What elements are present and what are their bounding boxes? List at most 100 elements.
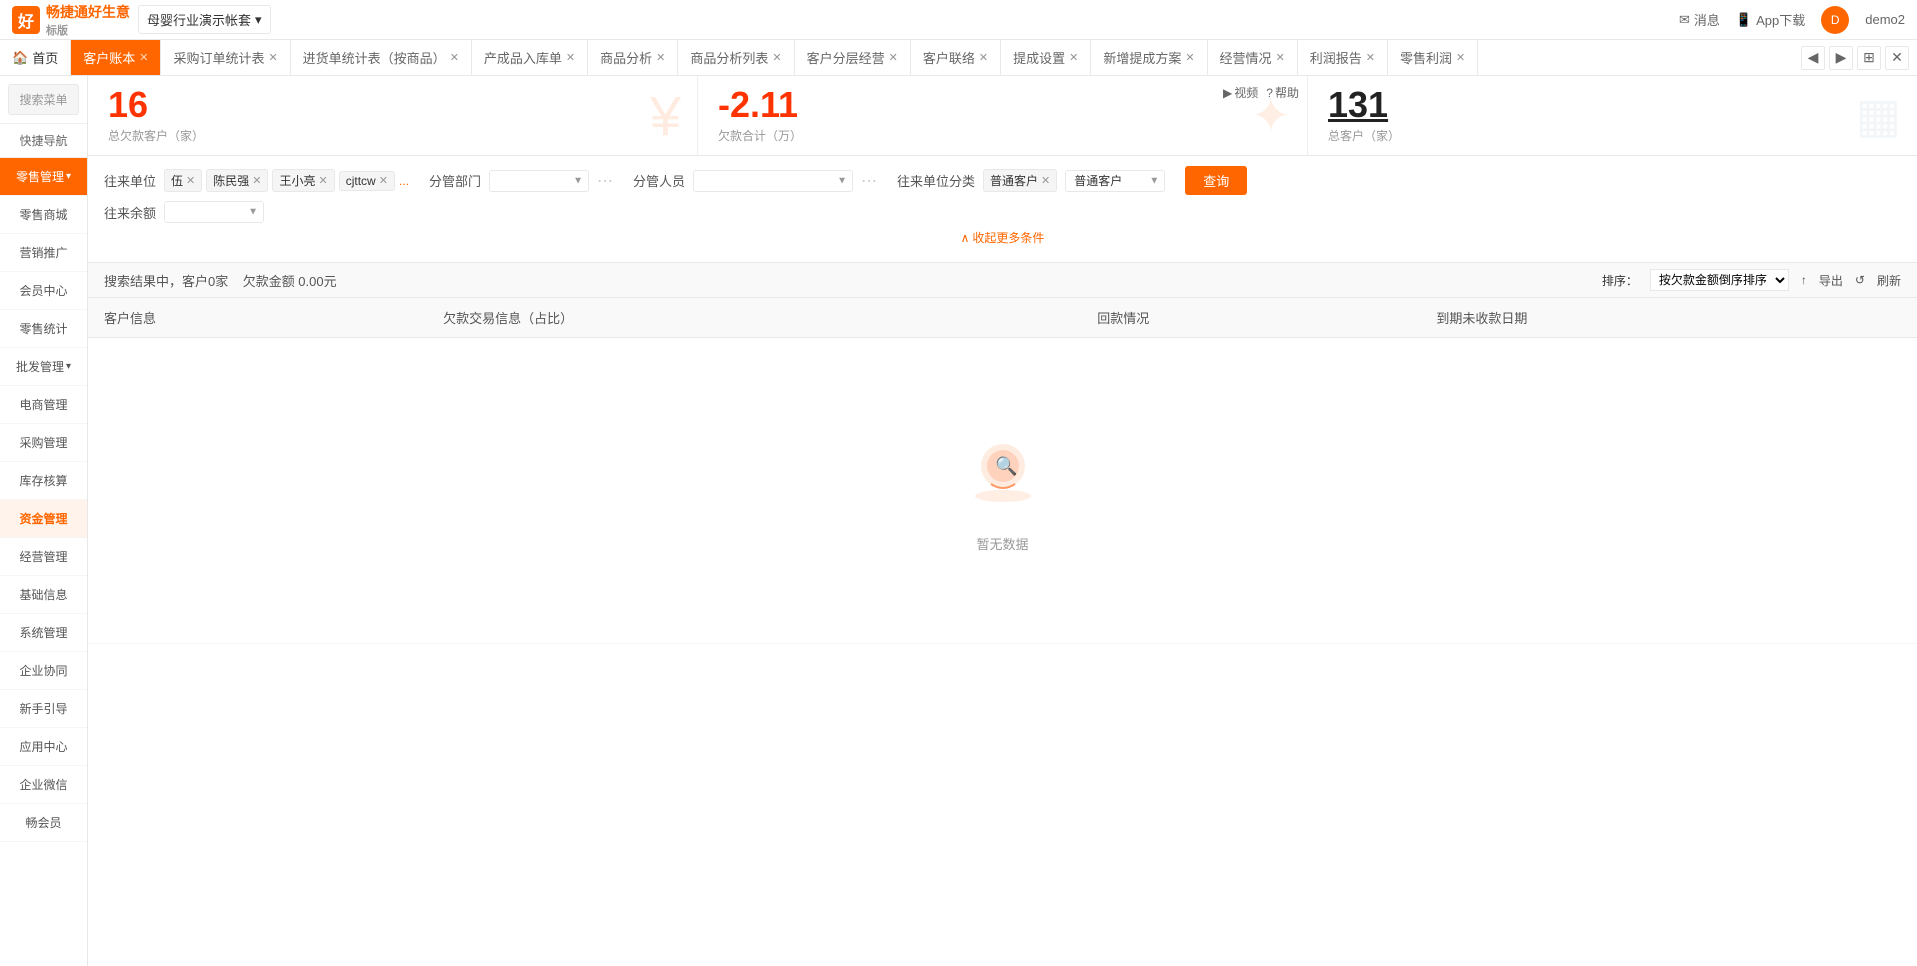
- avatar[interactable]: D: [1821, 6, 1849, 34]
- tab-customer-tier[interactable]: 客户分层经营 ✕: [795, 40, 911, 76]
- results-actions: 排序： 按欠款金额倒序排序 ↑ 导出 ↺ 刷新: [1602, 269, 1901, 291]
- store-selector[interactable]: 母婴行业演示帐套 ▾: [138, 5, 271, 34]
- refresh-button[interactable]: 刷新: [1877, 272, 1901, 289]
- sidebar-item-batch-mgmt[interactable]: 批发管理 ▾: [0, 348, 87, 386]
- nav-prev-btn[interactable]: ◀: [1801, 46, 1825, 70]
- tag-close-1[interactable]: ✕: [252, 174, 261, 187]
- nav-next-btn[interactable]: ▶: [1829, 46, 1853, 70]
- unit-type-tag-close[interactable]: ✕: [1041, 174, 1050, 187]
- dept-label: 分管部门: [429, 171, 481, 190]
- sidebar-item-vip-member[interactable]: 畅会员: [0, 804, 87, 842]
- col-repay-status: 回款情况: [1081, 298, 1420, 338]
- empty-icon: 🔍: [963, 428, 1043, 522]
- nav-expand-btn[interactable]: ⊞: [1857, 46, 1881, 70]
- sidebar-item-retail-mgmt[interactable]: 零售管理 ▾: [0, 158, 87, 196]
- unit-type-select[interactable]: 普通客户: [1065, 170, 1165, 192]
- tab-close-product-analysis[interactable]: ✕: [656, 51, 665, 64]
- sidebar-label-app-center: 应用中心: [19, 740, 67, 754]
- collapse-button[interactable]: ∧ 收起更多条件: [961, 229, 1045, 246]
- tag-close-2[interactable]: ✕: [319, 174, 328, 187]
- help-btn[interactable]: ? 帮助: [1266, 84, 1299, 101]
- dept-select[interactable]: [489, 170, 589, 192]
- sidebar-item-enterprise-collab[interactable]: 企业协同: [0, 652, 87, 690]
- person-clear-icon[interactable]: ⋯: [861, 171, 877, 191]
- results-summary: 搜索结果中，客户0家: [104, 274, 228, 289]
- table-body: 🔍 暂无数据: [88, 338, 1917, 644]
- sidebar-item-member-center[interactable]: 会员中心: [0, 272, 87, 310]
- tab-close-customer-contact[interactable]: ✕: [979, 51, 988, 64]
- sidebar-item-system-mgmt[interactable]: 系统管理: [0, 614, 87, 652]
- tab-customer-contact[interactable]: 客户联络 ✕: [911, 40, 1001, 76]
- tab-inbound-stats[interactable]: 进货单统计表（按商品） ✕: [291, 40, 472, 76]
- tab-close-inbound-stats[interactable]: ✕: [450, 51, 459, 64]
- sidebar-item-basic-info[interactable]: 基础信息: [0, 576, 87, 614]
- filter-more-tags[interactable]: ...: [399, 174, 409, 188]
- unit-type-label: 往来单位分类: [897, 171, 975, 190]
- tab-business-status[interactable]: 经营情况 ✕: [1208, 40, 1298, 76]
- filter-tag-3[interactable]: cjttcw ✕: [339, 171, 395, 191]
- tab-reminder-settings[interactable]: 提成设置 ✕: [1001, 40, 1091, 76]
- sidebar-item-marketing[interactable]: 营销推广: [0, 234, 87, 272]
- sort-select[interactable]: 按欠款金额倒序排序: [1650, 269, 1789, 291]
- sidebar-label-retail-mgmt: 零售管理: [16, 168, 64, 185]
- logo-text: 畅捷通好生意: [46, 2, 130, 22]
- export-button[interactable]: 导出: [1819, 272, 1843, 289]
- top-bar-right: ✉ 消息 📱 App下载 D demo2: [1679, 6, 1905, 34]
- filter-tag-2[interactable]: 王小亮 ✕: [272, 169, 334, 192]
- tab-cost-inbound[interactable]: 产成品入库单 ✕: [472, 40, 588, 76]
- dept-clear-icon[interactable]: ⋯: [597, 171, 613, 191]
- video-btn[interactable]: ▶ 视频: [1223, 84, 1258, 101]
- sidebar-item-newbie[interactable]: 新手引导: [0, 690, 87, 728]
- filter-tag-1[interactable]: 陈民强 ✕: [206, 169, 268, 192]
- tab-close-customer-tier[interactable]: ✕: [889, 51, 898, 64]
- dept-select-wrap: [489, 170, 589, 192]
- remain-select[interactable]: [164, 201, 264, 223]
- tab-close-business-status[interactable]: ✕: [1276, 51, 1285, 64]
- data-table: 客户信息 欠款交易信息（占比） 回款情况 到期未收款日期: [88, 298, 1917, 644]
- tab-close-profit-report[interactable]: ✕: [1366, 51, 1375, 64]
- app-download-btn[interactable]: 📱 App下载: [1736, 10, 1805, 29]
- sidebar-item-app-center[interactable]: 应用中心: [0, 728, 87, 766]
- person-select[interactable]: [693, 170, 853, 192]
- sidebar-item-ecommerce[interactable]: 电商管理: [0, 386, 87, 424]
- tab-customer-account[interactable]: 客户账本 ✕: [71, 40, 161, 76]
- sidebar-label-batch-mgmt: 批发管理: [16, 358, 64, 375]
- tab-add-achievement[interactable]: 新增提成方案 ✕: [1091, 40, 1207, 76]
- sidebar-label-enterprise-wechat: 企业微信: [19, 778, 67, 792]
- quick-nav-button[interactable]: 快捷导航: [0, 124, 87, 158]
- search-menu-button[interactable]: 搜索菜单: [8, 84, 79, 115]
- sidebar-label-vip-member: 畅会员: [25, 816, 61, 830]
- sidebar-label-purchase: 采购管理: [19, 436, 67, 450]
- tag-close-0[interactable]: ✕: [186, 174, 195, 187]
- tag-close-3[interactable]: ✕: [379, 174, 388, 187]
- tab-product-analysis[interactable]: 商品分析 ✕: [588, 40, 678, 76]
- main-layout: 搜索菜单 快捷导航 零售管理 ▾ 零售商城 营销推广 会员中心 零售统计 批发管…: [0, 76, 1917, 966]
- sidebar-item-inventory[interactable]: 库存核算: [0, 462, 87, 500]
- stat-card-debt: ✦ -2.11 欠款合计（万） ▶ 视频 ? 帮助: [698, 76, 1308, 155]
- tab-product-list[interactable]: 商品分析列表 ✕: [678, 40, 794, 76]
- unit-type-tag[interactable]: 普通客户 ✕: [983, 169, 1057, 192]
- sidebar-item-retail-stats[interactable]: 零售统计: [0, 310, 87, 348]
- sidebar-item-finance[interactable]: 资金管理: [0, 500, 87, 538]
- tab-profit-report[interactable]: 利润报告 ✕: [1298, 40, 1388, 76]
- tab-close-add-achievement[interactable]: ✕: [1185, 51, 1194, 64]
- query-button[interactable]: 查询: [1185, 166, 1247, 195]
- nav-close-all-btn[interactable]: ✕: [1885, 46, 1909, 70]
- sidebar-item-purchase[interactable]: 采购管理: [0, 424, 87, 462]
- tab-retail-profit[interactable]: 零售利润 ✕: [1388, 40, 1478, 76]
- tab-home[interactable]: 🏠 首页: [0, 40, 71, 76]
- tab-close-reminder-settings[interactable]: ✕: [1069, 51, 1078, 64]
- tab-close-retail-profit[interactable]: ✕: [1456, 51, 1465, 64]
- filter-tag-0[interactable]: 伍 ✕: [164, 169, 202, 192]
- tab-purchase-order[interactable]: 采购订单统计表 ✕: [161, 40, 290, 76]
- filter-row-collapse: ∧ 收起更多条件: [104, 229, 1901, 246]
- sidebar-search-area: 搜索菜单: [0, 76, 87, 124]
- tab-close-customer-account[interactable]: ✕: [139, 51, 148, 64]
- message-btn[interactable]: ✉ 消息: [1679, 10, 1720, 29]
- sidebar-item-retail-mall[interactable]: 零售商城: [0, 196, 87, 234]
- tab-close-cost-inbound[interactable]: ✕: [566, 51, 575, 64]
- tab-close-product-list[interactable]: ✕: [772, 51, 781, 64]
- tab-close-purchase-order[interactable]: ✕: [268, 51, 277, 64]
- sidebar-item-operations[interactable]: 经营管理: [0, 538, 87, 576]
- sidebar-item-enterprise-wechat[interactable]: 企业微信: [0, 766, 87, 804]
